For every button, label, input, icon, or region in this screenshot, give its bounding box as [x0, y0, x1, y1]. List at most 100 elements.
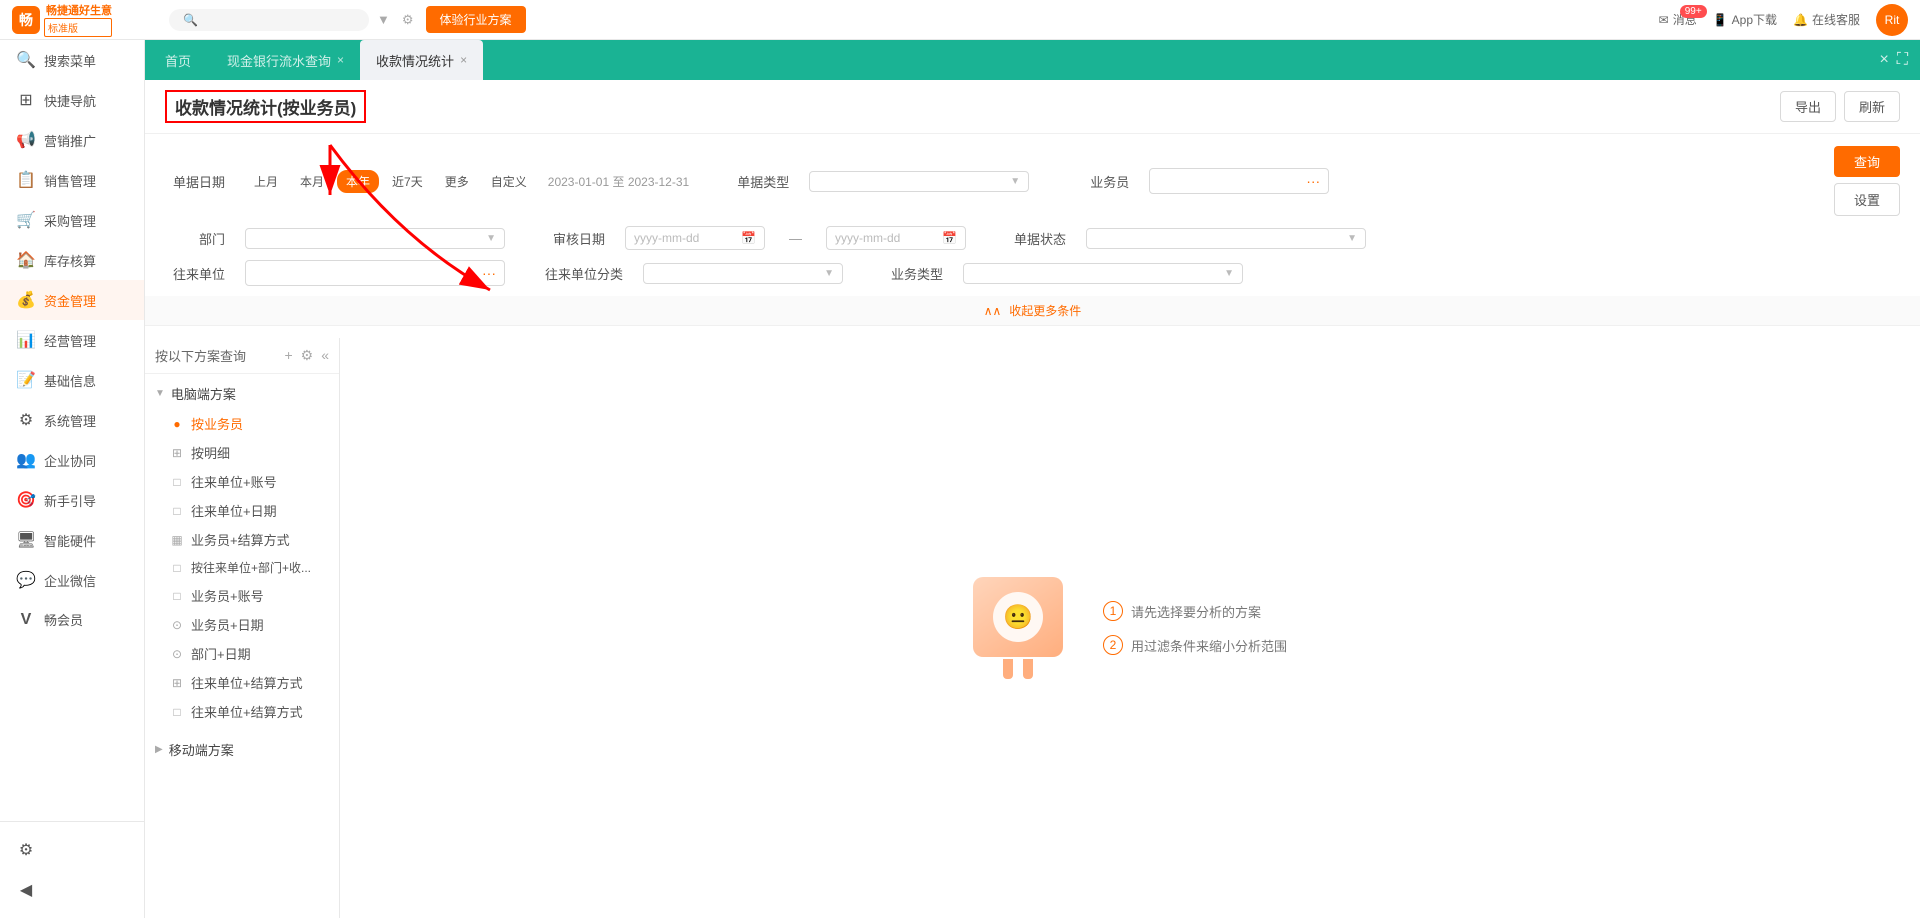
sidebar-item-quicknav[interactable]: ⊞ 快捷导航: [0, 80, 144, 120]
scheme-sales-date-label: 业务员+日期: [191, 615, 264, 634]
contact-category-select[interactable]: ▼: [643, 263, 843, 284]
scheme-item-by-salesperson[interactable]: ● 按业务员: [145, 409, 339, 438]
filter-label-type: 单据类型: [729, 172, 789, 191]
app-logo: 畅: [12, 6, 40, 34]
export-button[interactable]: 导出: [1780, 91, 1836, 122]
filter-label-salesperson: 业务员: [1069, 172, 1129, 191]
date-btn-more[interactable]: 更多: [436, 170, 478, 193]
tab-close-all[interactable]: ×: [1879, 51, 1888, 69]
sidebar-label-sales: 销售管理: [44, 171, 96, 190]
sidebar-settings[interactable]: ⚙: [0, 830, 144, 870]
doc-status-select[interactable]: ▼: [1086, 228, 1366, 249]
scheme-add-btn[interactable]: +: [284, 347, 292, 364]
tab-collection-stat-close[interactable]: ×: [460, 53, 467, 67]
hardware-icon: 🖥: [16, 530, 36, 550]
tab-bank-flow-close[interactable]: ×: [337, 53, 344, 67]
scheme-item-sales-settle[interactable]: ▦ 业务员+结算方式: [145, 525, 339, 554]
scheme-item-sales-date[interactable]: ⊙ 业务员+日期: [145, 610, 339, 639]
review-date-end[interactable]: yyyy-mm-dd 📅: [826, 226, 966, 250]
tab-bar: 首页 现金银行流水查询 × 收款情况统计 × × ⛶: [145, 40, 1920, 80]
tab-bar-right: × ⛶: [1879, 51, 1920, 69]
tab-bank-flow[interactable]: 现金银行流水查询 ×: [211, 40, 360, 80]
illustration-leg-right: [1023, 659, 1033, 679]
scheme-contact-account-icon: □: [169, 475, 185, 489]
scheme-panel-header: 按以下方案查询 + ⚙ «: [145, 338, 339, 374]
sidebar-item-sysmanage[interactable]: ⚙ 系统管理: [0, 400, 144, 440]
doc-type-select[interactable]: ▼: [809, 171, 1029, 192]
sidebar-item-member[interactable]: V 畅会员: [0, 600, 144, 639]
sidebar-label-basicinfo: 基础信息: [44, 371, 96, 390]
top-search-bar[interactable]: 🔍: [169, 9, 369, 31]
scheme-panel-label: 按以下方案查询: [155, 346, 246, 365]
mobile-scheme-group-title[interactable]: ▶ 移动端方案: [145, 734, 339, 765]
scheme-item-by-detail[interactable]: ⊞ 按明细: [145, 438, 339, 467]
review-date-start[interactable]: yyyy-mm-dd 📅: [625, 226, 765, 250]
sidebar-item-guide[interactable]: 🎯 新手引导: [0, 480, 144, 520]
user-avatar[interactable]: Rit: [1876, 4, 1908, 36]
sidebar-label-operations: 经营管理: [44, 331, 96, 350]
scheme-item-contact-account[interactable]: □ 往来单位+账号: [145, 467, 339, 496]
online-service-btn[interactable]: 🔔 在线客服: [1793, 11, 1860, 28]
date-btn-this-year[interactable]: 本年: [337, 170, 379, 193]
tab-collection-stat[interactable]: 收款情况统计 ×: [360, 40, 483, 80]
main-wrapper: 首页 现金银行流水查询 × 收款情况统计 × × ⛶ 收款情况统计(按业务员) …: [145, 40, 1920, 918]
settings-icon[interactable]: ⚙: [402, 12, 414, 28]
date-btn-last-month[interactable]: 上月: [245, 170, 287, 193]
messages-button[interactable]: ✉ 消息 99+: [1659, 11, 1697, 28]
scheme-item-dept-date[interactable]: ⊙ 部门+日期: [145, 639, 339, 668]
contact-select[interactable]: ···: [245, 260, 505, 286]
scheme-contact-date-label: 往来单位+日期: [191, 501, 277, 520]
calendar-start-icon[interactable]: 📅: [741, 231, 756, 245]
filter-row-1: 单据日期 上月 本月 本年 近7天 更多 自定义 2023-01-01 至 20…: [165, 146, 1900, 216]
tab-home[interactable]: 首页: [145, 40, 211, 80]
collapse-more-conditions[interactable]: ∧∧ 收起更多条件: [145, 296, 1920, 326]
sidebar-item-purchase[interactable]: 🛒 采购管理: [0, 200, 144, 240]
sidebar-item-inventory[interactable]: 🏠 库存核算: [0, 240, 144, 280]
tab-maximize[interactable]: ⛶: [1897, 51, 1908, 69]
set-button[interactable]: 设置: [1834, 183, 1900, 216]
scheme-dept-date-label: 部门+日期: [191, 644, 251, 663]
scheme-item-contact-settle2[interactable]: □ 往来单位+结算方式: [145, 697, 339, 726]
sidebar-item-collab[interactable]: 👥 企业协同: [0, 440, 144, 480]
sidebar-collapse[interactable]: ◀: [0, 870, 144, 910]
desktop-scheme-group-title[interactable]: ▼ 电脑端方案: [145, 378, 339, 409]
scheme-item-contact-settle1[interactable]: ⊞ 往来单位+结算方式: [145, 668, 339, 697]
settings-bottom-icon: ⚙: [16, 840, 36, 860]
biz-type-select[interactable]: ▼: [963, 263, 1243, 284]
sidebar-item-hardware[interactable]: 🖥 智能硬件: [0, 520, 144, 560]
sidebar-item-sales[interactable]: 📋 销售管理: [0, 160, 144, 200]
date-btn-custom[interactable]: 自定义: [482, 170, 536, 193]
sidebar-item-marketing[interactable]: 📢 营销推广: [0, 120, 144, 160]
scheme-setting-btn[interactable]: ⚙: [301, 347, 314, 364]
date-btn-7days[interactable]: 近7天: [383, 170, 432, 193]
salesperson-more-icon[interactable]: ···: [1306, 173, 1320, 189]
scheme-item-contact-date[interactable]: □ 往来单位+日期: [145, 496, 339, 525]
scheme-collapse-btn[interactable]: «: [321, 347, 329, 364]
sidebar-item-operations[interactable]: 📊 经营管理: [0, 320, 144, 360]
query-button[interactable]: 查询: [1834, 146, 1900, 177]
edition-badge: 标准版: [44, 18, 112, 37]
dept-select[interactable]: ▼: [245, 228, 505, 249]
dept-arrow-icon: ▼: [486, 233, 496, 244]
illustration-legs: [1003, 659, 1033, 679]
trial-btn[interactable]: 体验行业方案: [426, 6, 526, 33]
desktop-scheme-group: ▼ 电脑端方案 ● 按业务员 ⊞ 按明细 □: [145, 374, 339, 730]
search-nav-icon: 🔍: [16, 50, 36, 70]
app-download-btn[interactable]: 📱 App下载: [1713, 11, 1777, 28]
date-btn-this-month[interactable]: 本月: [291, 170, 333, 193]
salesperson-select[interactable]: ···: [1149, 168, 1329, 194]
filter-label-doc-status: 单据状态: [1006, 229, 1066, 248]
sidebar-item-search[interactable]: 🔍 搜索菜单: [0, 40, 144, 80]
contact-category-arrow-icon: ▼: [824, 268, 834, 279]
calendar-end-icon[interactable]: 📅: [942, 231, 957, 245]
contact-more-icon[interactable]: ···: [482, 265, 496, 281]
sidebar-item-basicinfo[interactable]: 📝 基础信息: [0, 360, 144, 400]
scheme-item-sales-account[interactable]: □ 业务员+账号: [145, 581, 339, 610]
refresh-button[interactable]: 刷新: [1844, 91, 1900, 122]
dropdown-icon[interactable]: ▼: [377, 12, 390, 27]
sidebar-label-finance: 资金管理: [44, 291, 96, 310]
sidebar-item-wechat[interactable]: 💬 企业微信: [0, 560, 144, 600]
sidebar-item-finance[interactable]: 💰 资金管理: [0, 280, 144, 320]
scheme-item-contact-dept[interactable]: □ 按往来单位+部门+收...: [145, 554, 339, 581]
trial-button[interactable]: 体验行业方案: [426, 6, 526, 33]
